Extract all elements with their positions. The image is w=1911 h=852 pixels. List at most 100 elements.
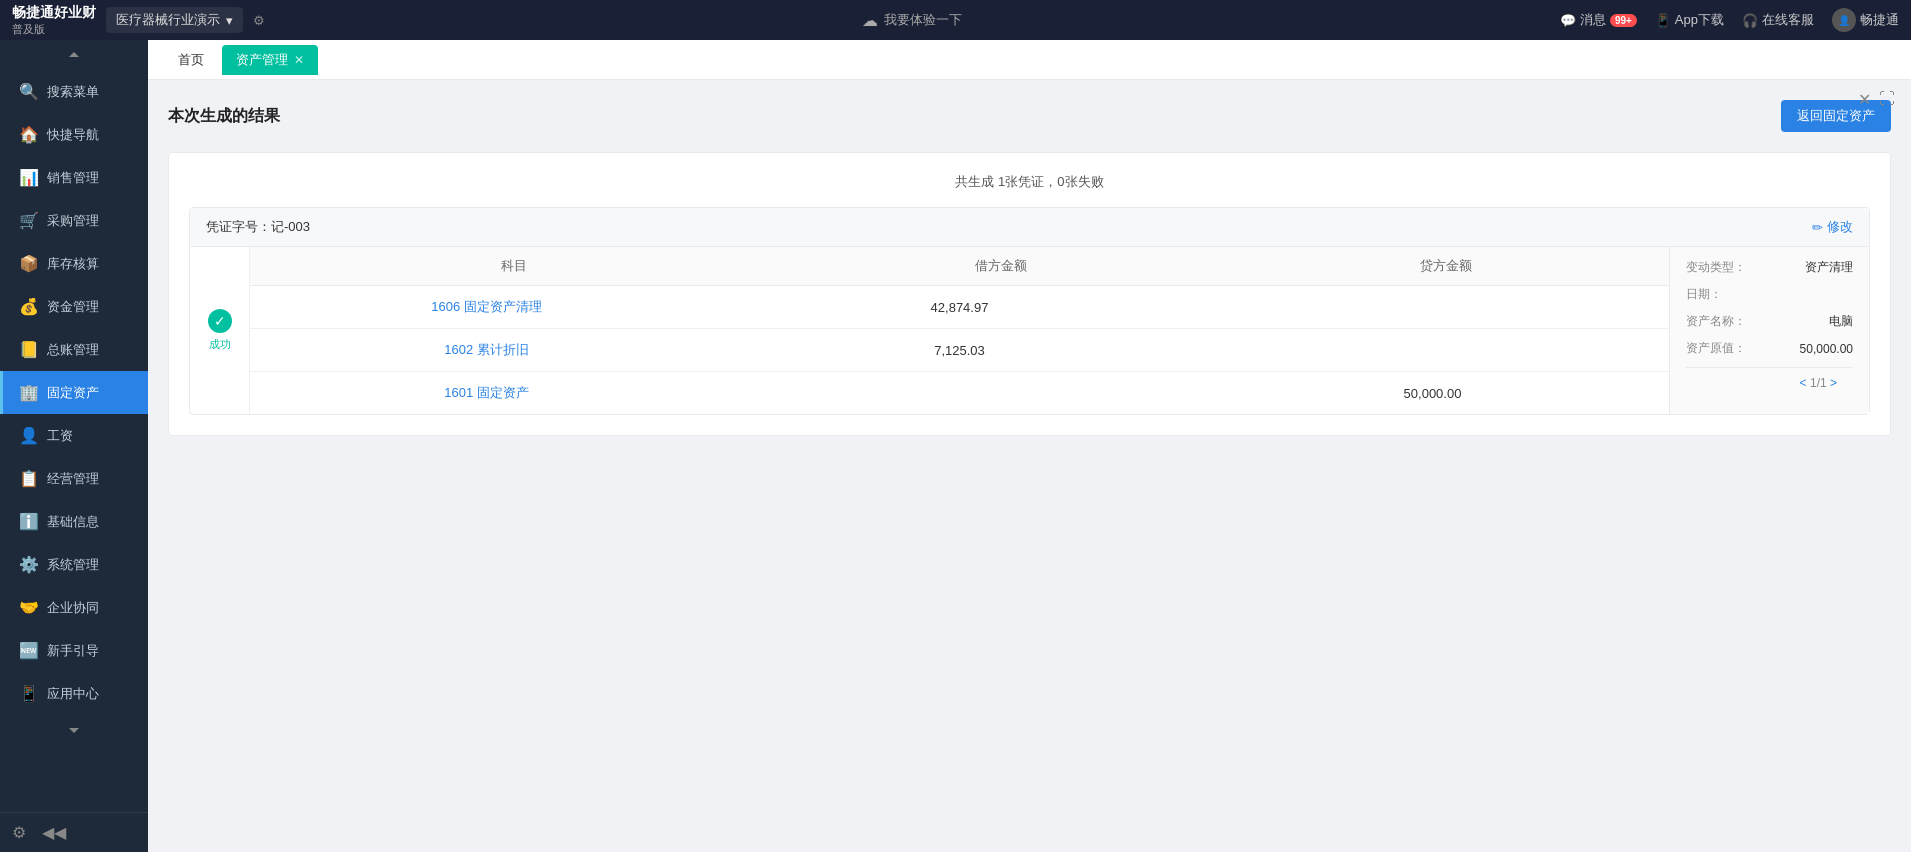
main-layout: 🔍 搜索菜单 🏠 快捷导航 📊 销售管理 🛒 采购管理 📦 库存核算 💰 资金管… [0,40,1911,852]
message-icon: 💬 [1560,13,1576,28]
collapse-icon[interactable]: ◀◀ [42,823,66,842]
settings-bottom-icon[interactable]: ⚙ [12,823,26,842]
row1-credit [1196,295,1669,319]
app-download-btn[interactable]: 📱 App下载 [1655,11,1724,29]
header-left: 畅捷通好业财 普及版 医疗器械行业演示 ▾ ⚙ [12,4,265,37]
sidebar-item-inventory[interactable]: 📦 库存核算 [0,242,148,285]
handshake-icon: 🤝 [19,598,37,617]
pagination: < 1/1 > [1686,367,1853,398]
phone-icon: 📱 [19,684,37,703]
header-debit: 借方金额 [778,247,1223,285]
sidebar-label-enterprise: 企业协同 [47,599,99,617]
sidebar-item-finance[interactable]: 💰 资金管理 [0,285,148,328]
tab-home-label: 首页 [178,51,204,69]
online-service-btn[interactable]: 🎧 在线客服 [1742,11,1814,29]
close-panel-btn[interactable]: ✕ [1858,90,1871,109]
voucher-table-area: ✓ 成功 科目 借方金额 贷方金额 [190,247,1669,414]
sidebar-item-ledger[interactable]: 📒 总账管理 [0,328,148,371]
user-menu[interactable]: 👤 畅捷通 [1832,8,1899,32]
original-value-row: 资产原值： 50,000.00 [1686,340,1853,357]
page-next[interactable]: > [1830,376,1837,390]
sidebar-label-base-info: 基础信息 [47,513,99,531]
asset-name-value: 电脑 [1829,313,1853,330]
success-label: 成功 [209,337,231,352]
messages-label: 消息 [1580,11,1606,29]
voucher-table: 科目 借方金额 贷方金额 1606 固定资产清理 42,874.97 [250,247,1669,414]
sidebar-label-ledger: 总账管理 [47,341,99,359]
page-prev[interactable]: < [1800,376,1807,390]
try-btn[interactable]: 我要体验一下 [884,11,962,29]
voucher-edit-btn[interactable]: ✏ 修改 [1812,218,1853,236]
user-icon: 👤 [19,426,37,445]
date-label: 日期： [1686,286,1722,303]
page-title-row: 本次生成的结果 返回固定资产 [168,100,1891,132]
original-value-label: 资产原值： [1686,340,1746,357]
avatar: 👤 [1832,8,1856,32]
sidebar-label-quick-nav: 快捷导航 [47,126,99,144]
sidebar-label-inventory: 库存核算 [47,255,99,273]
header-subject: 科目 [250,247,778,285]
logo-main: 畅捷通好业财 [12,4,96,22]
sidebar-item-system[interactable]: ⚙️ 系统管理 [0,543,148,586]
table-row: 1602 累计折旧 7,125.03 [250,329,1669,372]
row2-credit [1196,338,1669,362]
sidebar-item-app-center[interactable]: 📱 应用中心 [0,672,148,715]
tab-asset-management[interactable]: 资产管理 ✕ [222,45,318,75]
date-row: 日期： [1686,286,1853,303]
sidebar-item-search-menu[interactable]: 🔍 搜索菜单 [0,70,148,113]
sidebar-scroll-down[interactable] [0,715,148,745]
content-area: 首页 资产管理 ✕ 本次生成的结果 返回固定资产 共生成 1张凭证，0张失败 凭… [148,40,1911,852]
sidebar-label-guide: 新手引导 [47,642,99,660]
edit-label: 修改 [1827,218,1853,236]
messages-btn[interactable]: 💬 消息 99+ [1560,11,1637,29]
tab-close-icon[interactable]: ✕ [294,53,304,67]
sidebar-item-guide[interactable]: 🆕 新手引导 [0,629,148,672]
edit-icon: ✏ [1812,220,1823,235]
success-icon: ✓ [208,309,232,333]
side-info-panel: 变动类型： 资产清理 日期： 资产名称： 电脑 [1669,247,1869,414]
row3-credit: 50,000.00 [1196,374,1669,413]
company-selector[interactable]: 医疗器械行业演示 ▾ [106,7,243,33]
sidebar-label-operations: 经营管理 [47,470,99,488]
row3-debit [723,381,1196,405]
ledger-icon: 📒 [19,340,37,359]
sidebar-item-payroll[interactable]: 👤 工资 [0,414,148,457]
gear-icon: ⚙️ [19,555,37,574]
sidebar-item-base-info[interactable]: ℹ️ 基础信息 [0,500,148,543]
asset-name-label: 资产名称： [1686,313,1746,330]
sidebar-label-sales: 销售管理 [47,169,99,187]
row1-debit: 42,874.97 [723,288,1196,327]
sidebar-label-system: 系统管理 [47,556,99,574]
tab-home[interactable]: 首页 [164,45,218,75]
asset-name-row: 资产名称： 电脑 [1686,313,1853,330]
change-type-value: 资产清理 [1805,259,1853,276]
sidebar-scroll-up[interactable] [0,40,148,70]
settings-icon[interactable]: ⚙ [253,13,265,28]
sidebar-bottom: ⚙ ◀◀ [0,812,148,852]
sidebar-item-purchase[interactable]: 🛒 采购管理 [0,199,148,242]
original-value-value: 50,000.00 [1800,342,1853,356]
logo: 畅捷通好业财 普及版 [12,4,96,37]
sidebar-item-enterprise[interactable]: 🤝 企业协同 [0,586,148,629]
table-row: 1606 固定资产清理 42,874.97 [250,286,1669,329]
sidebar-item-operations[interactable]: 📋 经营管理 [0,457,148,500]
chevron-down-icon: ▾ [226,13,233,28]
table-row: 1601 固定资产 50,000.00 [250,372,1669,414]
new-icon: 🆕 [19,641,37,660]
messages-badge: 99+ [1610,14,1637,27]
row2-subject: 1602 累计折旧 [250,329,723,371]
sidebar-item-quick-nav[interactable]: 🏠 快捷导航 [0,113,148,156]
voucher-section: 凭证字号：记-003 ✏ 修改 ✓ 成功 [189,207,1870,415]
result-panel: 共生成 1张凭证，0张失败 凭证字号：记-003 ✏ 修改 [168,152,1891,436]
sidebar-item-fixed-assets[interactable]: 🏢 固定资产 [0,371,148,414]
online-service-label: 在线客服 [1762,11,1814,29]
sidebar-item-sales[interactable]: 📊 销售管理 [0,156,148,199]
header-credit: 贷方金额 [1224,247,1669,285]
home-icon: 🏠 [19,125,37,144]
header-right: 💬 消息 99+ 📱 App下载 🎧 在线客服 👤 畅捷通 [1560,8,1899,32]
expand-panel-btn[interactable]: ⛶ [1879,90,1895,109]
result-summary: 共生成 1张凭证，0张失败 [189,173,1870,191]
logo-sub: 普及版 [12,22,96,37]
app-download-label: App下载 [1675,11,1724,29]
top-header: 畅捷通好业财 普及版 医疗器械行业演示 ▾ ⚙ ☁ 我要体验一下 💬 消息 99… [0,0,1911,40]
